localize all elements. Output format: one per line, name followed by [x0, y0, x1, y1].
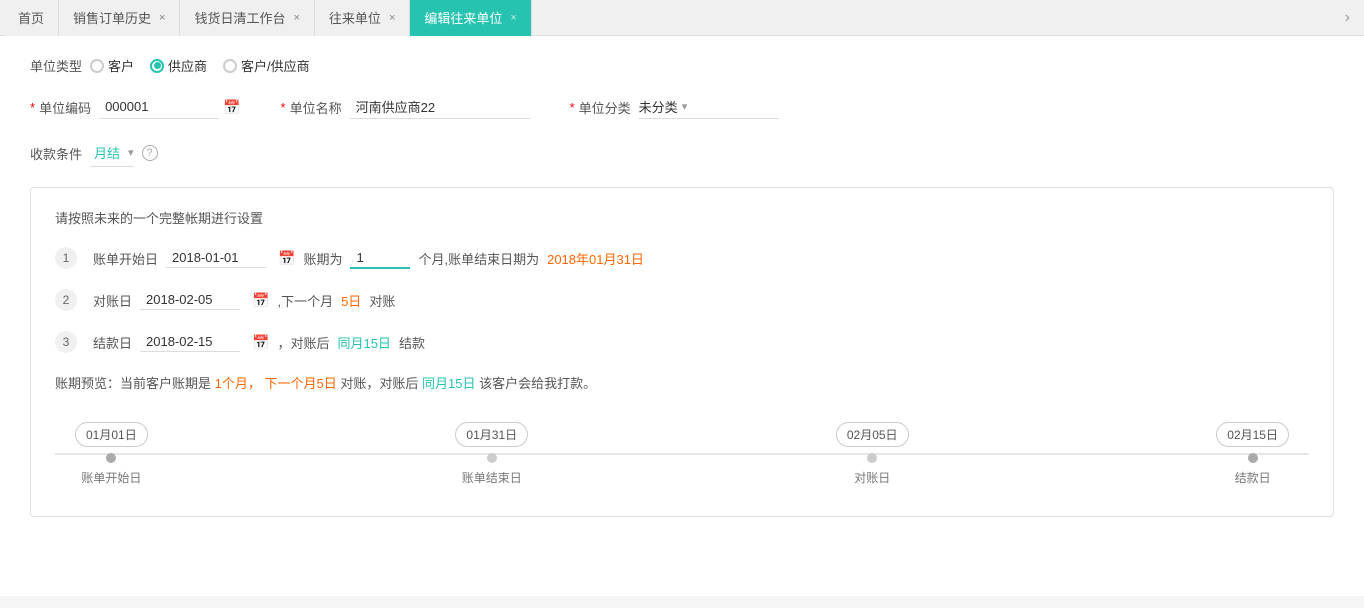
unit-code-group: * 单位编码 📅 [30, 95, 241, 119]
timeline-node-payment: 02月15日 结款日 [1216, 422, 1289, 486]
payment-value: 月结 [90, 141, 124, 164]
tab-cashflow[interactable]: 钱货日清工作台 × [180, 0, 314, 36]
preview-mid: 对账，对账后 [340, 376, 418, 391]
unit-name-group: * 单位名称 [281, 95, 530, 119]
preview-payment: 同月15日 [422, 376, 475, 391]
preview-label: 账期预览：当前客户账期是 [55, 376, 211, 391]
tab-partners[interactable]: 往来单位 × [315, 0, 410, 36]
step-3-cal-icon[interactable]: 📅 [252, 334, 269, 351]
step-1-end-date: 2018年01月31日 [547, 249, 644, 268]
step-2-cal-icon[interactable]: 📅 [252, 292, 269, 309]
tab-sales-history[interactable]: 销售订单历史 × [59, 0, 180, 36]
timeline-dot-4 [1248, 453, 1258, 463]
unit-classify-dropdown[interactable]: 未分类 ▾ [639, 95, 779, 119]
unit-code-icon[interactable]: 📅 [223, 99, 240, 116]
step-2-content: 对账日 📅 ,下一个月 5日 对账 [93, 290, 395, 310]
unit-classify-value: 未分类 [639, 97, 678, 116]
step-1-period-input[interactable] [350, 248, 410, 269]
step-1-content: 账单开始日 📅 账期为 个月,账单结束日期为 2018年01月31日 [93, 248, 644, 269]
preview-period: 1个月， [215, 376, 261, 391]
unit-info-row: * 单位编码 📅 * 单位名称 * 单位分类 未分类 ▾ [30, 95, 1334, 119]
close-tab-partners[interactable]: × [389, 12, 395, 24]
step-3-pre-text: ，对账后 [277, 333, 329, 352]
unit-classify-arrow: ▾ [682, 100, 688, 113]
radio-supplier-circle [150, 59, 164, 73]
step-2-num: 2 [55, 289, 77, 311]
timeline-nodes: 01月01日 账单开始日 01月31日 账单结束日 02月05日 对账日 02月… [75, 422, 1289, 486]
main-content: 单位类型 客户 供应商 客户/供应商 * 单位编码 📅 * 单位名称 [0, 36, 1364, 596]
timeline-sublabel-1: 账单开始日 [81, 469, 141, 486]
radio-both[interactable]: 客户/供应商 [223, 56, 310, 75]
step-1-date-input[interactable] [166, 248, 266, 268]
step-2-highlight: 5日 [341, 291, 361, 310]
preview-suffix: 该客户会给我打款。 [479, 376, 596, 391]
timeline-badge-2: 01月31日 [455, 422, 528, 447]
unit-classify-label: 单位分类 [579, 98, 631, 117]
step-3-post-text: 结款 [399, 333, 425, 352]
timeline-node-start: 01月01日 账单开始日 [75, 422, 148, 486]
timeline-dot-1 [106, 453, 116, 463]
step-2-label: 对账日 [93, 291, 132, 310]
step-3-content: 结款日 📅 ，对账后 同月15日 结款 [93, 332, 425, 352]
step-3-row: 3 结款日 📅 ，对账后 同月15日 结款 [55, 331, 1309, 353]
timeline-sublabel-4: 结款日 [1235, 469, 1271, 486]
radio-both-circle [223, 59, 237, 73]
step-3-date-input[interactable] [140, 332, 240, 352]
preview-text: 账期预览：当前客户账期是 1个月， 下一个月5日 对账，对账后 同月15日 该客… [55, 373, 1309, 392]
unit-type-radio-group: 客户 供应商 客户/供应商 [90, 56, 310, 75]
step-2-post-text: 对账 [369, 291, 395, 310]
payment-arrow: ▾ [128, 146, 134, 159]
unit-type-row: 单位类型 客户 供应商 客户/供应商 [30, 56, 1334, 75]
unit-type-label: 单位类型 [30, 56, 82, 75]
timeline-sublabel-3: 对账日 [854, 469, 890, 486]
step-2-pre-text: ,下一个月 [277, 291, 333, 310]
payment-help-icon[interactable]: ? [142, 145, 158, 161]
step-2-row: 2 对账日 📅 ,下一个月 5日 对账 [55, 289, 1309, 311]
timeline-badge-4: 02月15日 [1216, 422, 1289, 447]
payment-label: 收款条件 [30, 144, 82, 163]
timeline-node-end-bill: 01月31日 账单结束日 [455, 422, 528, 486]
step-1-cal-icon[interactable]: 📅 [278, 250, 295, 267]
tab-edit-partner[interactable]: 编辑往来单位 × [410, 0, 531, 36]
tab-home[interactable]: 首页 [4, 0, 59, 36]
timeline-dot-3 [867, 453, 877, 463]
timeline-node-reconcile: 02月05日 对账日 [836, 422, 909, 486]
close-tab-cashflow[interactable]: × [293, 12, 299, 24]
step-1-suffix: 个月,账单结束日期为 [418, 249, 539, 268]
step-3-highlight: 同月15日 [337, 333, 390, 352]
preview-reconcile: 下一个月5日 [265, 376, 337, 391]
radio-supplier[interactable]: 供应商 [150, 56, 207, 75]
settings-panel: 请按照未来的一个完整帐期进行设置 1 账单开始日 📅 账期为 个月,账单结束日期… [30, 187, 1334, 517]
unit-classify-group: * 单位分类 未分类 ▾ [570, 95, 779, 119]
close-tab-sales[interactable]: × [159, 12, 165, 24]
step-1-row: 1 账单开始日 📅 账期为 个月,账单结束日期为 2018年01月31日 [55, 247, 1309, 269]
timeline-sublabel-2: 账单结束日 [462, 469, 522, 486]
tab-bar: 首页 销售订单历史 × 钱货日清工作台 × 往来单位 × 编辑往来单位 × › [0, 0, 1364, 36]
unit-name-label: 单位名称 [290, 98, 342, 117]
timeline-badge-3: 02月05日 [836, 422, 909, 447]
unit-code-input[interactable] [99, 95, 219, 119]
step-1-label: 账单开始日 [93, 249, 158, 268]
timeline-dot-2 [487, 453, 497, 463]
step-3-num: 3 [55, 331, 77, 353]
step-2-date-input[interactable] [140, 290, 240, 310]
step-1-mid-text: 账期为 [303, 249, 342, 268]
timeline-badge-1: 01月01日 [75, 422, 148, 447]
payment-row: 收款条件 月结 ▾ ? [30, 139, 1334, 167]
panel-title: 请按照未来的一个完整帐期进行设置 [55, 208, 1309, 227]
timeline: 01月01日 账单开始日 01月31日 账单结束日 02月05日 对账日 02月… [55, 412, 1309, 496]
radio-customer[interactable]: 客户 [90, 56, 134, 75]
close-tab-edit[interactable]: × [510, 12, 516, 24]
unit-code-label: 单位编码 [39, 98, 91, 117]
radio-customer-circle [90, 59, 104, 73]
payment-dropdown[interactable]: 月结 ▾ [90, 139, 134, 167]
step-3-label: 结款日 [93, 333, 132, 352]
tab-more-button[interactable]: › [1335, 9, 1360, 27]
step-1-num: 1 [55, 247, 77, 269]
unit-name-input[interactable] [350, 95, 530, 119]
